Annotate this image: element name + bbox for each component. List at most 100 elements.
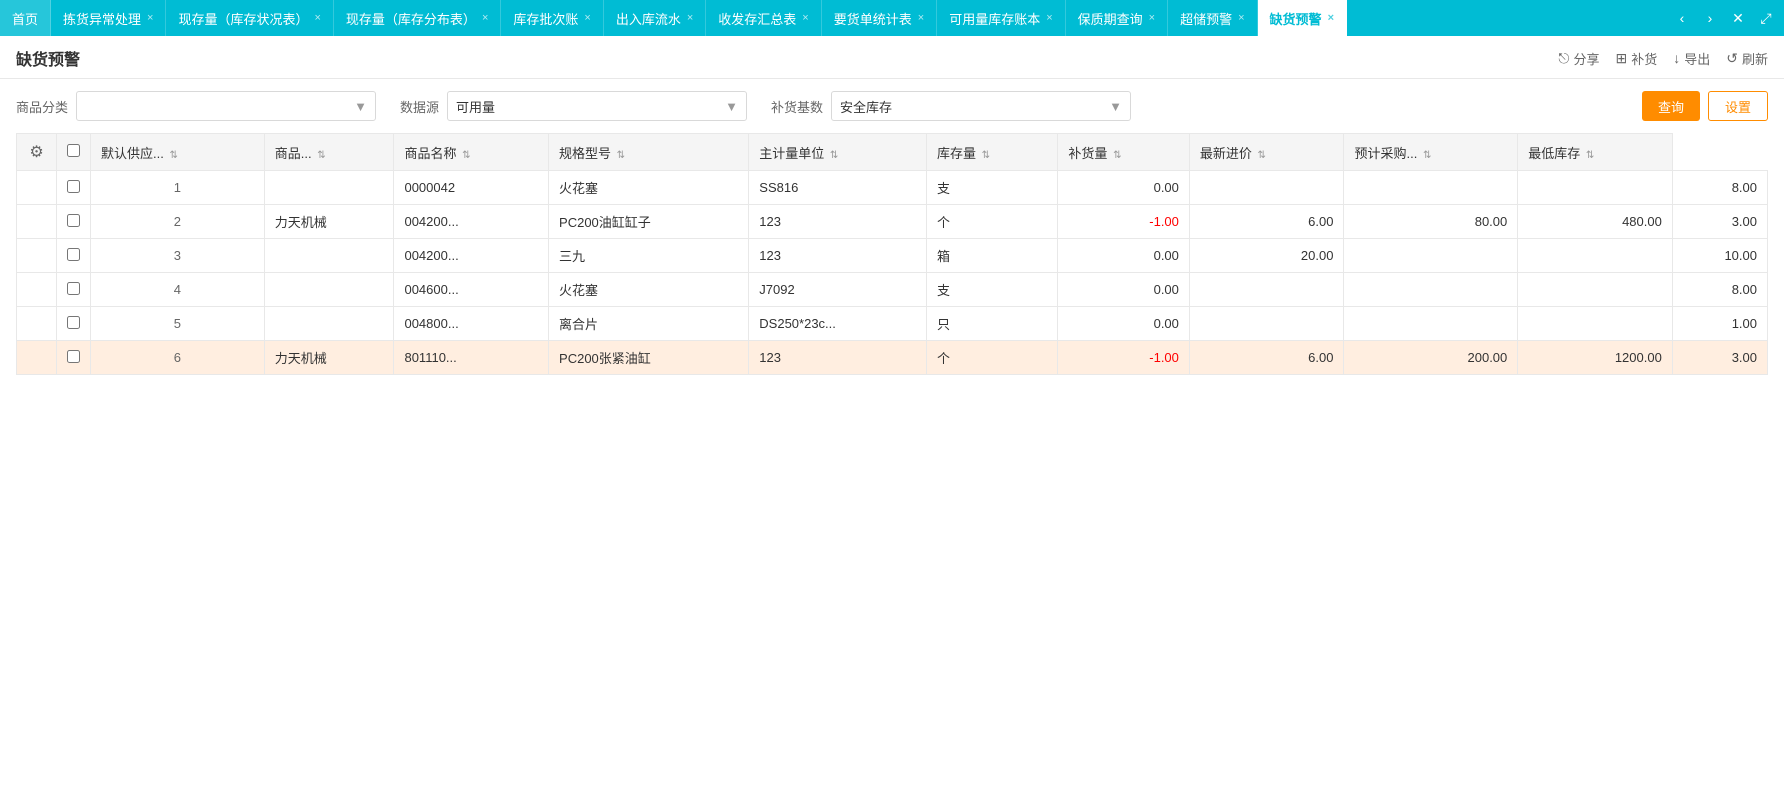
nav-tab-expiry-query[interactable]: 保质期查询 × bbox=[1066, 0, 1168, 36]
sort-supplier-icon[interactable]: ⇅ bbox=[169, 150, 177, 161]
row-est-purchase bbox=[1518, 273, 1673, 307]
row-checkbox[interactable] bbox=[67, 282, 80, 295]
row-replenish bbox=[1189, 171, 1344, 205]
row-min-stock: 3.00 bbox=[1672, 205, 1767, 239]
close-tab-inout-flow[interactable]: × bbox=[687, 12, 693, 24]
sort-unit-icon[interactable]: ⇅ bbox=[830, 150, 838, 161]
row-min-stock: 8.00 bbox=[1672, 273, 1767, 307]
filter-group-replenish-basis: 补货基数 安全库存 ▼ bbox=[771, 91, 1131, 121]
sort-name-icon[interactable]: ⇅ bbox=[462, 150, 470, 161]
nav-expand-button[interactable]: ⤢ bbox=[1752, 4, 1780, 32]
nav-next-button[interactable]: › bbox=[1696, 4, 1724, 32]
row-stock: 0.00 bbox=[1058, 239, 1189, 273]
close-tab-order-stats[interactable]: × bbox=[918, 12, 924, 24]
col-replenish-qty: 补货量 ⇅ bbox=[1058, 134, 1189, 171]
row-spec: J7092 bbox=[749, 273, 927, 307]
nav-tab-overstock[interactable]: 超储预警 × bbox=[1168, 0, 1257, 36]
row-replenish: 6.00 bbox=[1189, 205, 1344, 239]
query-button[interactable]: 查询 bbox=[1642, 91, 1700, 121]
close-tab-inventory-dist[interactable]: × bbox=[482, 12, 488, 24]
row-checkbox[interactable] bbox=[67, 316, 80, 329]
col-product-name: 商品名称 ⇅ bbox=[394, 134, 549, 171]
row-checkbox-cell bbox=[57, 341, 91, 375]
row-latest-price: 200.00 bbox=[1344, 341, 1518, 375]
datasource-select-arrow-icon: ▼ bbox=[725, 99, 738, 114]
table-row: 3 004200... 三九 123 箱 0.00 20.00 10.00 bbox=[17, 239, 1768, 273]
replenish-basis-select-wrapper: 安全库存 ▼ bbox=[831, 91, 1131, 121]
replenish-basis-select[interactable]: 安全库存 ▼ bbox=[831, 91, 1131, 121]
col-settings: ⚙ bbox=[17, 134, 57, 171]
page-header: 缺货预警 ⎋ 分享 ⊞ 补货 ↓ 导出 ↺ 刷新 bbox=[0, 36, 1784, 79]
nav-tab-available-ledger[interactable]: 可用量库存账本 × bbox=[937, 0, 1065, 36]
table-settings-icon[interactable]: ⚙ bbox=[29, 144, 43, 161]
row-settings-cell bbox=[17, 171, 57, 205]
nav-tab-inventory-dist[interactable]: 现存量（库存分布表） × bbox=[334, 0, 501, 36]
col-latest-price: 最新进价 ⇅ bbox=[1189, 134, 1344, 171]
sort-est-purchase-icon[interactable]: ⇅ bbox=[1423, 150, 1431, 161]
export-icon: ↓ bbox=[1673, 50, 1680, 66]
close-tab-available-ledger[interactable]: × bbox=[1046, 12, 1052, 24]
close-tab-abnormal[interactable]: × bbox=[147, 12, 153, 24]
col-spec: 规格型号 ⇅ bbox=[549, 134, 749, 171]
row-unit: 支 bbox=[926, 273, 1057, 307]
close-tab-batch-account[interactable]: × bbox=[584, 12, 590, 24]
close-tab-overstock[interactable]: × bbox=[1238, 12, 1244, 24]
export-button[interactable]: ↓ 导出 bbox=[1673, 49, 1710, 68]
select-all-checkbox[interactable] bbox=[67, 144, 80, 157]
row-unit: 只 bbox=[926, 307, 1057, 341]
row-checkbox[interactable] bbox=[67, 180, 80, 193]
col-unit: 主计量单位 ⇅ bbox=[749, 134, 927, 171]
refresh-button[interactable]: ↺ 刷新 bbox=[1726, 49, 1768, 68]
nav-tab-order-stats[interactable]: 要货单统计表 × bbox=[822, 0, 937, 36]
settings-button[interactable]: 设置 bbox=[1708, 91, 1768, 121]
row-latest-price bbox=[1344, 307, 1518, 341]
shortage-table: ⚙ 默认供应... ⇅ 商品... ⇅ 商品名称 ⇅ bbox=[16, 133, 1768, 375]
page-title: 缺货预警 bbox=[16, 46, 1558, 70]
close-tab-receive-summary[interactable]: × bbox=[802, 12, 808, 24]
close-tab-shortage[interactable]: × bbox=[1328, 12, 1334, 24]
share-button[interactable]: ⎋ 分享 bbox=[1558, 49, 1599, 68]
row-latest-price: 80.00 bbox=[1344, 205, 1518, 239]
row-latest-price bbox=[1344, 239, 1518, 273]
row-checkbox-cell bbox=[57, 273, 91, 307]
col-min-stock: 最低库存 ⇅ bbox=[1518, 134, 1673, 171]
sort-price-icon[interactable]: ⇅ bbox=[1258, 150, 1266, 161]
row-checkbox[interactable] bbox=[67, 248, 80, 261]
row-settings-cell bbox=[17, 273, 57, 307]
row-min-stock: 8.00 bbox=[1672, 171, 1767, 205]
row-checkbox[interactable] bbox=[67, 214, 80, 227]
row-replenish bbox=[1189, 307, 1344, 341]
sort-stock-icon[interactable]: ⇅ bbox=[982, 150, 990, 161]
replenish-icon: ⊞ bbox=[1615, 50, 1627, 67]
close-tab-expiry-query[interactable]: × bbox=[1149, 12, 1155, 24]
table-header-row: ⚙ 默认供应... ⇅ 商品... ⇅ 商品名称 ⇅ bbox=[17, 134, 1768, 171]
nav-tab-inventory-status[interactable]: 现存量（库存状况表） × bbox=[166, 0, 333, 36]
filter-right: 查询 设置 bbox=[1642, 91, 1768, 121]
nav-tab-shortage[interactable]: 缺货预警 × bbox=[1258, 0, 1347, 36]
datasource-select[interactable]: 可用量 ▼ bbox=[447, 91, 747, 121]
row-supplier bbox=[264, 273, 394, 307]
sort-replenish-icon[interactable]: ⇅ bbox=[1113, 150, 1121, 161]
nav-tab-receive-summary[interactable]: 收发存汇总表 × bbox=[706, 0, 821, 36]
sort-min-stock-icon[interactable]: ⇅ bbox=[1586, 150, 1594, 161]
row-checkbox-cell bbox=[57, 239, 91, 273]
nav-tab-batch-account[interactable]: 库存批次账 × bbox=[501, 0, 603, 36]
nav-close-button[interactable]: ✕ bbox=[1724, 4, 1752, 32]
row-spec: 123 bbox=[749, 205, 927, 239]
datasource-select-wrapper: 可用量 ▼ bbox=[447, 91, 747, 121]
nav-tab-inout-flow[interactable]: 出入库流水 × bbox=[604, 0, 706, 36]
row-code: 004800... bbox=[394, 307, 549, 341]
row-spec: 123 bbox=[749, 341, 927, 375]
sort-spec-icon[interactable]: ⇅ bbox=[617, 150, 625, 161]
close-tab-inventory-status[interactable]: × bbox=[314, 12, 320, 24]
nav-tab-home[interactable]: 首页 bbox=[0, 0, 51, 36]
table-row: 1 0000042 火花塞 SS816 支 0.00 8.00 bbox=[17, 171, 1768, 205]
sort-code-icon[interactable]: ⇅ bbox=[317, 150, 325, 161]
replenish-button[interactable]: ⊞ 补货 bbox=[1615, 49, 1657, 68]
nav-tab-abnormal[interactable]: 拣货异常处理 × bbox=[51, 0, 166, 36]
category-select[interactable]: ▼ bbox=[76, 91, 376, 121]
row-min-stock: 3.00 bbox=[1672, 341, 1767, 375]
datasource-label: 数据源 bbox=[400, 97, 439, 116]
row-checkbox[interactable] bbox=[67, 350, 80, 363]
nav-prev-button[interactable]: ‹ bbox=[1668, 4, 1696, 32]
